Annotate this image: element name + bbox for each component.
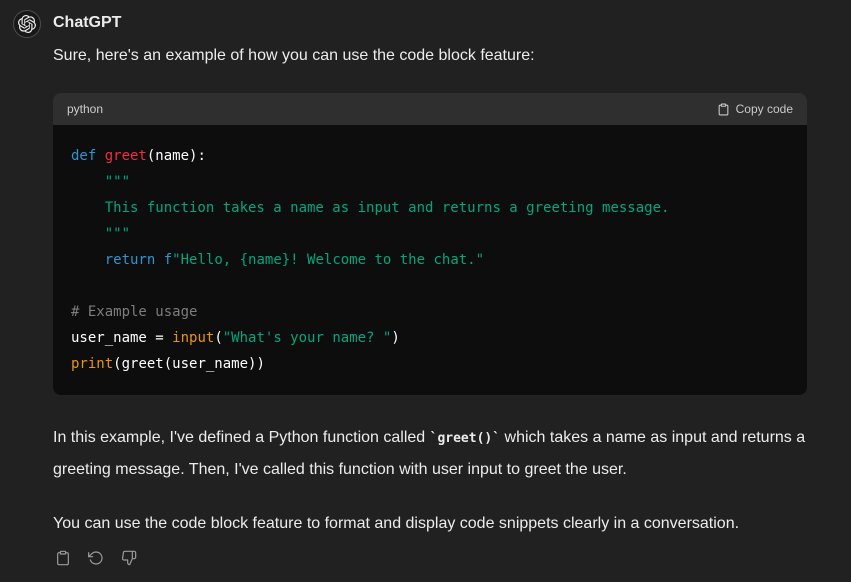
code-language-label: python xyxy=(67,102,103,116)
clipboard-icon xyxy=(55,550,71,566)
regenerate-button[interactable] xyxy=(86,548,106,568)
message-content: ChatGPT Sure, here's an example of how y… xyxy=(53,10,807,568)
sender-name: ChatGPT xyxy=(53,13,807,33)
openai-logo-icon xyxy=(18,15,36,33)
avatar xyxy=(13,10,41,38)
copy-code-label: Copy code xyxy=(736,102,793,116)
chat-page: { "colors": { "page_bg": "#212121", "cod… xyxy=(0,0,851,582)
explanation-paragraph: In this example, I've defined a Python f… xyxy=(53,422,807,485)
clipboard-icon xyxy=(717,103,730,116)
thumbs-down-button[interactable] xyxy=(119,548,139,568)
message-intro: Sure, here's an example of how you can u… xyxy=(53,42,807,70)
message-actions xyxy=(53,548,807,568)
assistant-message: ChatGPT Sure, here's an example of how y… xyxy=(0,0,851,568)
code-content: def greet(name): """ This function takes… xyxy=(53,125,807,395)
thumbs-down-icon xyxy=(121,550,137,566)
closing-paragraph: You can use the code block feature to fo… xyxy=(53,508,807,539)
code-block: python Copy code def greet(name): """ Th… xyxy=(53,93,807,395)
regenerate-icon xyxy=(88,550,104,566)
copy-code-button[interactable]: Copy code xyxy=(717,102,793,116)
code-block-header: python Copy code xyxy=(53,93,807,125)
copy-message-button[interactable] xyxy=(53,548,73,568)
